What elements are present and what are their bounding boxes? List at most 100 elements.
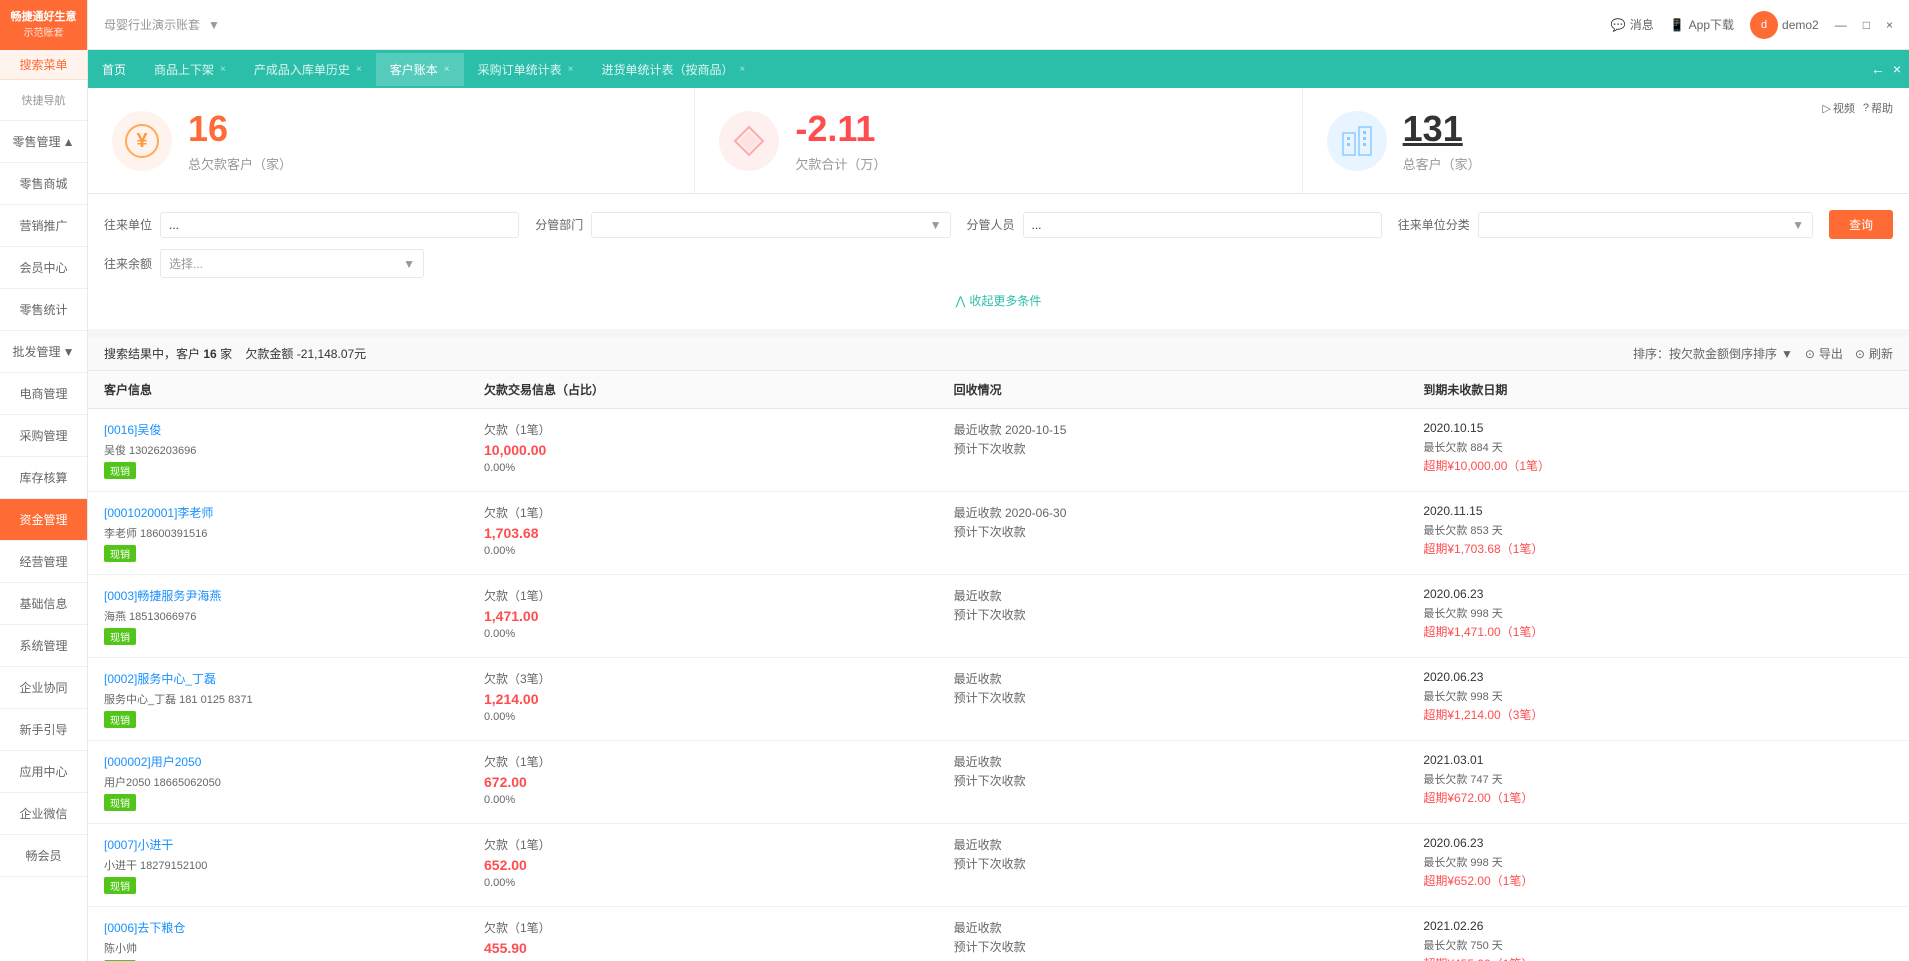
sidebar-item-apps[interactable]: 应用中心 (0, 751, 87, 793)
stat-icon-building (1327, 111, 1387, 171)
search-button[interactable]: 查询 (1829, 210, 1893, 239)
filter-dept-select[interactable]: ▼ (591, 212, 950, 238)
tab-home[interactable]: 首页 (88, 53, 140, 86)
sidebar-item-retail-mgmt[interactable]: 零售管理 ▲ (0, 121, 87, 163)
sidebar-item-wechat[interactable]: 企业微信 (0, 793, 87, 835)
collection-date-0: 最近收款 2020-10-15 (954, 421, 1424, 438)
debt-info-1: 欠款（1笔） 1,703.68 0.00% (484, 504, 954, 557)
overdue-amount-6[interactable]: 超期¥455.90（1笔） (1423, 955, 1893, 961)
stat-icon-money: ¥ (112, 111, 172, 171)
top-header: 母婴行业演示账套 ▼ 💬 消息 📱 App下载 d demo2 (88, 0, 1909, 50)
sidebar-item-purchase[interactable]: 采购管理 (0, 415, 87, 457)
overdue-amount-4[interactable]: 超期¥672.00（1笔） (1423, 789, 1893, 806)
filter-balance-select[interactable]: 选择... ▼ (160, 249, 424, 278)
customer-name-3[interactable]: [0002]服务中心_丁磊 (104, 670, 484, 687)
filter-unit-input[interactable]: ... (160, 212, 519, 238)
sidebar-item-enterprise[interactable]: 企业协同 (0, 667, 87, 709)
collapse-button[interactable]: ⋀ 收起更多条件 (956, 292, 1042, 309)
tab-product-history[interactable]: 产成品入库单历史 × (240, 53, 376, 86)
app-download-btn[interactable]: 📱 App下载 (1670, 16, 1734, 33)
sidebar-item-wholesale-mgmt[interactable]: 批发管理 ▼ (0, 331, 87, 373)
overdue-amount-2[interactable]: 超期¥1,471.00（1笔） (1423, 623, 1893, 640)
chevron-down-icon: ▼ (1792, 218, 1804, 232)
refresh-btn[interactable]: ⊙ 刷新 (1855, 345, 1893, 362)
dropdown-arrow[interactable]: ▼ (208, 18, 220, 32)
tab-purchase-stats[interactable]: 采购订单统计表 × (464, 53, 588, 86)
customer-tag-4: 现销 (104, 794, 136, 811)
customer-name-0[interactable]: [0016]吴俊 (104, 421, 484, 438)
sidebar-item-finance[interactable]: 资金管理 (0, 499, 87, 541)
filter-category-select[interactable]: ▼ (1478, 212, 1813, 238)
table-row: [0003]畅捷服务尹海燕 海燕 18513066976 现销 欠款（1笔） 1… (88, 575, 1909, 658)
minimize-btn[interactable]: — (1835, 18, 1847, 32)
help-btn[interactable]: ? 帮助 (1863, 100, 1893, 116)
user-profile[interactable]: d demo2 (1750, 11, 1819, 39)
tab-customer-ledger[interactable]: 客户账本 × (376, 53, 464, 86)
tab-close-icon[interactable]: × (739, 64, 745, 75)
debt-info-4: 欠款（1笔） 672.00 0.00% (484, 753, 954, 806)
sidebar: 畅捷通好生意 示范账套 搜索菜单 快捷导航 零售管理 ▲ 零售商城 营销推广 会… (0, 0, 88, 961)
message-btn[interactable]: 💬 消息 (1611, 16, 1654, 33)
customer-info-0: [0016]吴俊 吴俊 13026203696 现销 (104, 421, 484, 479)
customer-name-5[interactable]: [0007]小进干 (104, 836, 484, 853)
overdue-amount-5[interactable]: 超期¥652.00（1笔） (1423, 872, 1893, 889)
debt-amount-4[interactable]: 672.00 (484, 774, 954, 790)
debt-amount-6[interactable]: 455.90 (484, 940, 954, 956)
debt-amount-3[interactable]: 1,214.00 (484, 691, 954, 707)
sidebar-item-marketing[interactable]: 营销推广 (0, 205, 87, 247)
debt-amount-5[interactable]: 652.00 (484, 857, 954, 873)
customer-name-6[interactable]: [0006]去下粮仓 (104, 919, 484, 936)
tab-close-icon[interactable]: × (220, 64, 226, 75)
collection-next-0: 预计下次收款 (954, 440, 1424, 457)
tab-purchase-product-stats[interactable]: 进货单统计表（按商品） × (587, 53, 759, 86)
overdue-amount-1[interactable]: 超期¥1,703.68（1笔） (1423, 540, 1893, 557)
debt-amount-2[interactable]: 1,471.00 (484, 608, 954, 624)
sidebar-item-system[interactable]: 系统管理 (0, 625, 87, 667)
collection-date-5: 最近收款 (954, 836, 1424, 853)
overdue-date-5: 2020.06.23 (1423, 836, 1893, 850)
overdue-amount-0[interactable]: 超期¥10,000.00（1笔） (1423, 457, 1893, 474)
tab-close-all-btn[interactable]: × (1893, 61, 1901, 77)
tab-close-icon[interactable]: × (356, 64, 362, 75)
tab-close-icon[interactable]: × (444, 64, 450, 75)
sidebar-search[interactable]: 搜索菜单 (0, 50, 87, 80)
tab-bar: 首页 商品上下架 × 产成品入库单历史 × 客户账本 × 采购订单统计表 × 进… (88, 50, 1909, 88)
customer-name-1[interactable]: [0001020001]李老师 (104, 504, 484, 521)
export-btn[interactable]: ⊙ 导出 (1805, 345, 1843, 362)
debt-amount-0[interactable]: 10,000.00 (484, 442, 954, 458)
sidebar-item-inventory[interactable]: 库存核算 (0, 457, 87, 499)
overdue-days-1: 最长欠款 853 天 (1423, 522, 1893, 538)
sort-select[interactable]: 排序：按欠款金额倒序排序 ▼ (1633, 345, 1793, 362)
customer-name-2[interactable]: [0003]畅捷服务尹海燕 (104, 587, 484, 604)
col-debt-info: 欠款交易信息（占比） (484, 381, 954, 398)
debt-amount-1[interactable]: 1,703.68 (484, 525, 954, 541)
filter-person-label: 分管人员 (967, 216, 1015, 233)
sidebar-item-basic-info[interactable]: 基础信息 (0, 583, 87, 625)
col-collection: 回收情况 (954, 381, 1424, 398)
tab-label: 采购订单统计表 (478, 61, 562, 78)
sidebar-item-ecommerce[interactable]: 电商管理 (0, 373, 87, 415)
sidebar-item-member2[interactable]: 畅会员 (0, 835, 87, 877)
video-btn[interactable]: ▷ 视频 (1822, 100, 1854, 116)
close-btn[interactable]: × (1886, 18, 1893, 32)
customer-name-4[interactable]: [000002]用户2050 (104, 753, 484, 770)
tab-prev-btn[interactable]: ← (1871, 61, 1885, 77)
customer-tag-1: 现销 (104, 545, 136, 562)
filter-unit-label: 往来单位 (104, 216, 152, 233)
tab-close-icon[interactable]: × (568, 64, 574, 75)
overdue-days-3: 最长欠款 998 天 (1423, 688, 1893, 704)
sidebar-item-guide[interactable]: 新手引导 (0, 709, 87, 751)
collection-info-1: 最近收款 2020-06-30 预计下次收款 (954, 504, 1424, 540)
sidebar-item-operations[interactable]: 经营管理 (0, 541, 87, 583)
sidebar-item-retail-stats[interactable]: 零售统计 (0, 289, 87, 331)
maximize-btn[interactable]: □ (1863, 18, 1870, 32)
filter-person-input[interactable]: ... (1023, 212, 1382, 238)
overdue-amount-3[interactable]: 超期¥1,214.00（3笔） (1423, 706, 1893, 723)
tab-product-listing[interactable]: 商品上下架 × (140, 53, 240, 86)
sidebar-item-retail-mall[interactable]: 零售商城 (0, 163, 87, 205)
sidebar-item-member[interactable]: 会员中心 (0, 247, 87, 289)
collection-next-5: 预计下次收款 (954, 855, 1424, 872)
data-table: 客户信息 欠款交易信息（占比） 回收情况 到期未收款日期 [0016]吴俊 吴俊… (88, 371, 1909, 961)
chevron-down-icon: ▼ (930, 218, 942, 232)
table-header: 客户信息 欠款交易信息（占比） 回收情况 到期未收款日期 (88, 371, 1909, 409)
